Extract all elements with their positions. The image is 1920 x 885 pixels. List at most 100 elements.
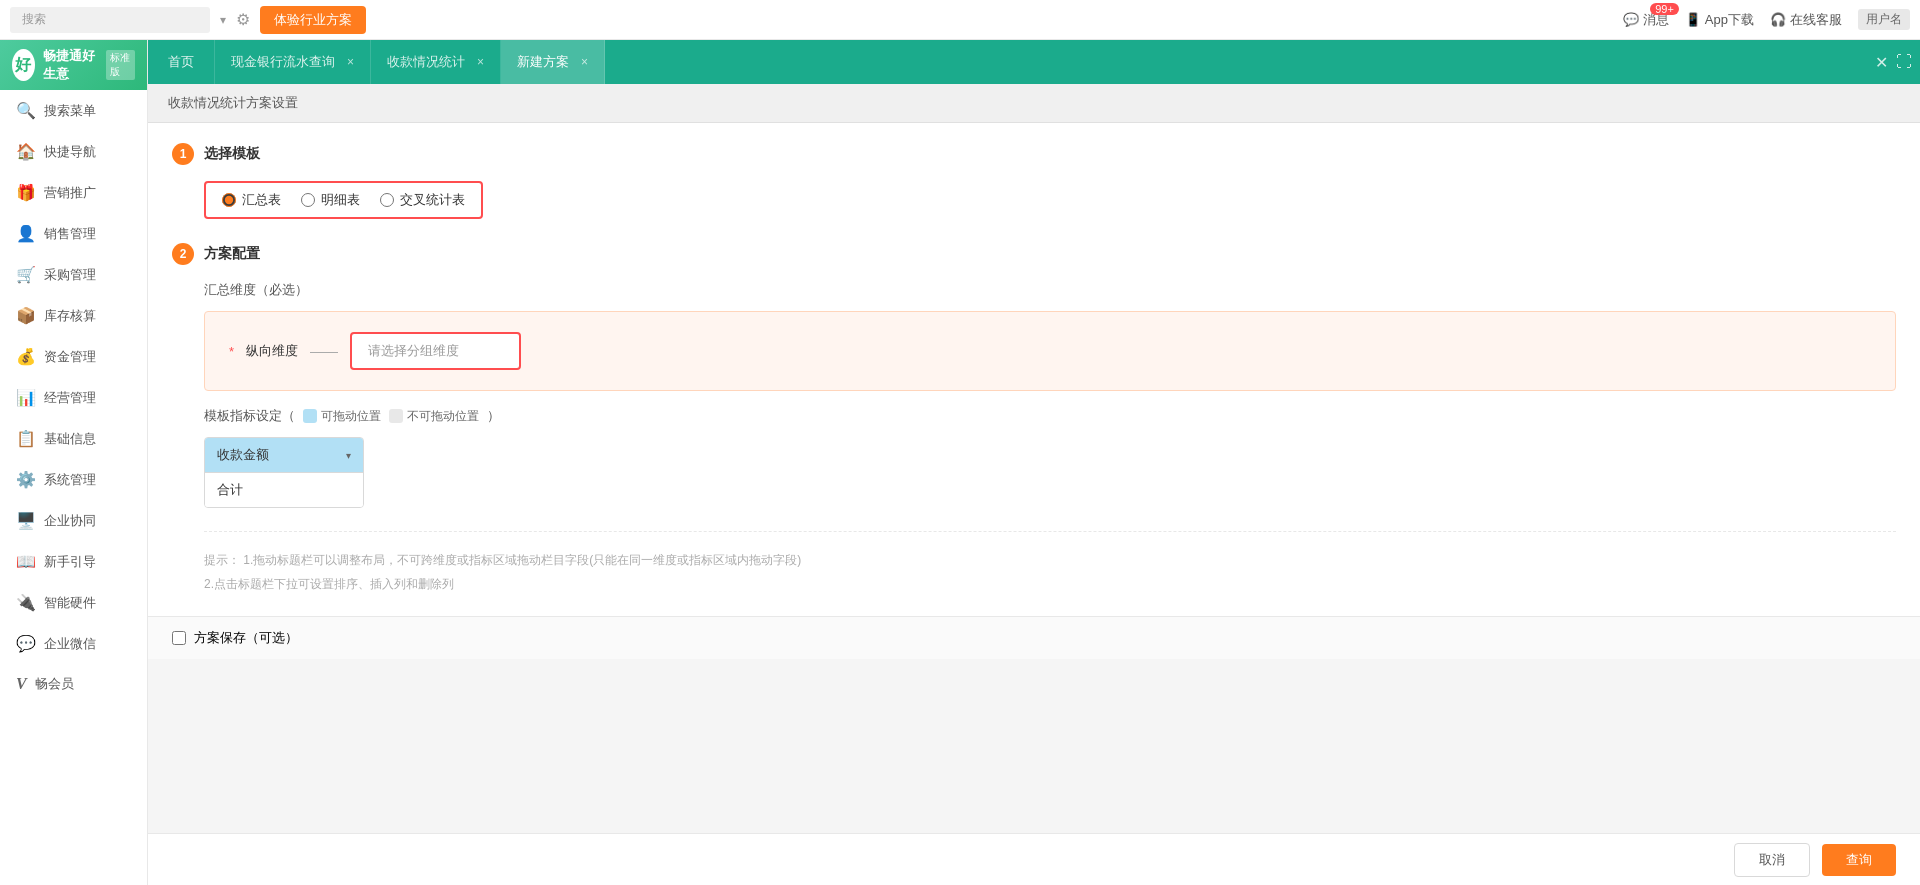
dimension-label: 汇总维度（必选）: [204, 281, 1896, 299]
section2-title: 方案配置: [204, 245, 260, 263]
search-box[interactable]: 搜索: [10, 7, 210, 33]
dimension-arrow-icon: ——: [310, 343, 338, 359]
message-item[interactable]: 💬 消息 99+: [1623, 11, 1669, 29]
radio-summary-input[interactable]: [222, 193, 236, 207]
sidebar-item-member[interactable]: V 畅会员: [0, 664, 147, 704]
sidebar-item-system[interactable]: ⚙️ 系统管理: [0, 459, 147, 500]
tab-new-plan-label: 新建方案: [517, 53, 569, 71]
gear-icon[interactable]: ⚙: [236, 10, 250, 29]
sidebar-item-enterprise-wechat[interactable]: 💬 企业微信: [0, 623, 147, 664]
industry-plan-button[interactable]: 体验行业方案: [260, 6, 366, 34]
sidebar-item-beginner-guide[interactable]: 📖 新手引导: [0, 541, 147, 582]
user-avatar[interactable]: 用户名: [1858, 9, 1910, 30]
sidebar-item-sales[interactable]: 👤 销售管理: [0, 213, 147, 254]
sidebar-logo: 好 畅捷通好生意 标准版: [0, 40, 147, 90]
draggable-dot: [303, 409, 317, 423]
sidebar-item-label: 销售管理: [44, 225, 96, 243]
online-service-item[interactable]: 🎧 在线客服: [1770, 11, 1842, 29]
sidebar-item-purchase[interactable]: 🛒 采购管理: [0, 254, 147, 295]
finance-icon: 💰: [16, 347, 36, 366]
tab-home-label: 首页: [168, 53, 194, 71]
dimension-placeholder: 请选择分组维度: [368, 343, 459, 358]
required-mark: *: [229, 344, 234, 359]
member-icon: V: [16, 675, 27, 693]
not-draggable-dot: [389, 409, 403, 423]
sidebar-item-label: 系统管理: [44, 471, 96, 489]
tab-bank-flow[interactable]: 现金银行流水查询 ×: [215, 40, 371, 84]
radio-cross-label: 交叉统计表: [400, 191, 465, 209]
radio-cross-input[interactable]: [380, 193, 394, 207]
sidebar-item-label: 库存核算: [44, 307, 96, 325]
sidebar-item-quick-nav[interactable]: 🏠 快捷导航: [0, 131, 147, 172]
tab-fullscreen-icon[interactable]: ⛶: [1896, 53, 1912, 71]
search-placeholder: 搜索: [22, 11, 46, 28]
tab-bank-flow-label: 现金银行流水查询: [231, 53, 335, 71]
tab-home[interactable]: 首页: [148, 40, 215, 84]
form-container: 1 选择模板 汇总表 明细表: [148, 123, 1920, 616]
draggable-label: 可拖动位置: [321, 408, 381, 425]
sidebar-item-inventory[interactable]: 📦 库存核算: [0, 295, 147, 336]
section2-body: 汇总维度（必选） * 纵向维度 —— 请选择分组维度: [204, 281, 1896, 596]
sidebar-item-label: 快捷导航: [44, 143, 96, 161]
sidebar-item-finance[interactable]: 💰 资金管理: [0, 336, 147, 377]
dimension-label-text: 汇总维度（必选）: [204, 282, 308, 297]
sidebar-item-label: 采购管理: [44, 266, 96, 284]
indicators-config-label-row: 模板指标设定（ 可拖动位置 不可拖动位置 ）: [204, 407, 1896, 425]
query-button[interactable]: 查询: [1822, 844, 1896, 876]
sidebar-item-label: 资金管理: [44, 348, 96, 366]
sidebar-item-label: 基础信息: [44, 430, 96, 448]
radio-detail[interactable]: 明细表: [301, 191, 360, 209]
system-icon: ⚙️: [16, 470, 36, 489]
tab-collection-stat-close-icon[interactable]: ×: [477, 55, 484, 69]
marketing-icon: 🎁: [16, 183, 36, 202]
sidebar-item-operations[interactable]: 📊 经营管理: [0, 377, 147, 418]
radio-detail-input[interactable]: [301, 193, 315, 207]
sidebar-item-label: 新手引导: [44, 553, 96, 571]
enterprise-wechat-icon: 💬: [16, 634, 36, 653]
cancel-button[interactable]: 取消: [1734, 843, 1810, 877]
main-layout: 好 畅捷通好生意 标准版 🔍 搜索菜单 🏠 快捷导航 🎁 营销推广 👤 销售管理…: [0, 40, 1920, 885]
tab-collection-stat[interactable]: 收款情况统计 ×: [371, 40, 501, 84]
dimension-select-box[interactable]: 请选择分组维度: [350, 332, 521, 370]
radio-detail-label: 明细表: [321, 191, 360, 209]
radio-summary[interactable]: 汇总表: [222, 191, 281, 209]
sidebar-item-enterprise-collab[interactable]: 🖥️ 企业协同: [0, 500, 147, 541]
online-service-label: 在线客服: [1790, 11, 1842, 29]
sales-icon: 👤: [16, 224, 36, 243]
quick-nav-icon: 🏠: [16, 142, 36, 161]
tip-1: 提示： 1.拖动标题栏可以调整布局，不可跨维度或指标区域拖动栏目字段(只能在同一…: [204, 548, 1896, 572]
sidebar-item-smart-hardware[interactable]: 🔌 智能硬件: [0, 582, 147, 623]
content-area: 首页 现金银行流水查询 × 收款情况统计 × 新建方案 × ✕ ⛶: [148, 40, 1920, 885]
sidebar-item-search-menu[interactable]: 🔍 搜索菜单: [0, 90, 147, 131]
tab-new-plan-close-icon[interactable]: ×: [581, 55, 588, 69]
service-icon: 🎧: [1770, 12, 1786, 27]
search-menu-icon: 🔍: [16, 101, 36, 120]
sidebar-item-label: 营销推广: [44, 184, 96, 202]
beginner-guide-icon: 📖: [16, 552, 36, 571]
sidebar-item-label: 搜索菜单: [44, 102, 96, 120]
sidebar-item-label: 畅会员: [35, 675, 74, 693]
stat-header-label: 收款金额: [217, 446, 269, 464]
stat-table-header[interactable]: 收款金额 ▾: [205, 438, 363, 473]
purchase-icon: 🛒: [16, 265, 36, 284]
radio-cross[interactable]: 交叉统计表: [380, 191, 465, 209]
save-label: 方案保存（可选）: [194, 629, 298, 647]
tab-bank-flow-close-icon[interactable]: ×: [347, 55, 354, 69]
tab-new-plan[interactable]: 新建方案 ×: [501, 40, 605, 84]
stat-header-chevron-icon[interactable]: ▾: [346, 450, 351, 461]
save-checkbox[interactable]: [172, 631, 186, 645]
sidebar-item-marketing[interactable]: 🎁 营销推广: [0, 172, 147, 213]
sidebar-item-label: 企业协同: [44, 512, 96, 530]
dropdown-arrow-icon[interactable]: ▾: [220, 13, 226, 27]
not-draggable-label: 不可拖动位置: [407, 408, 479, 425]
indicators-config-text: 模板指标设定（: [204, 407, 295, 425]
basic-info-icon: 📋: [16, 429, 36, 448]
message-badge: 99+: [1650, 3, 1679, 15]
app-download-item[interactable]: 📱 App下载: [1685, 11, 1754, 29]
dimension-row: * 纵向维度 —— 请选择分组维度: [229, 332, 1871, 370]
tab-close-all-icon[interactable]: ✕: [1875, 53, 1888, 72]
enterprise-collab-icon: 🖥️: [16, 511, 36, 530]
top-bar: 搜索 ▾ ⚙ 体验行业方案 💬 消息 99+ 📱 App下载 🎧 在线客服 用户…: [0, 0, 1920, 40]
sidebar-item-basic-info[interactable]: 📋 基础信息: [0, 418, 147, 459]
sidebar-item-label: 智能硬件: [44, 594, 96, 612]
